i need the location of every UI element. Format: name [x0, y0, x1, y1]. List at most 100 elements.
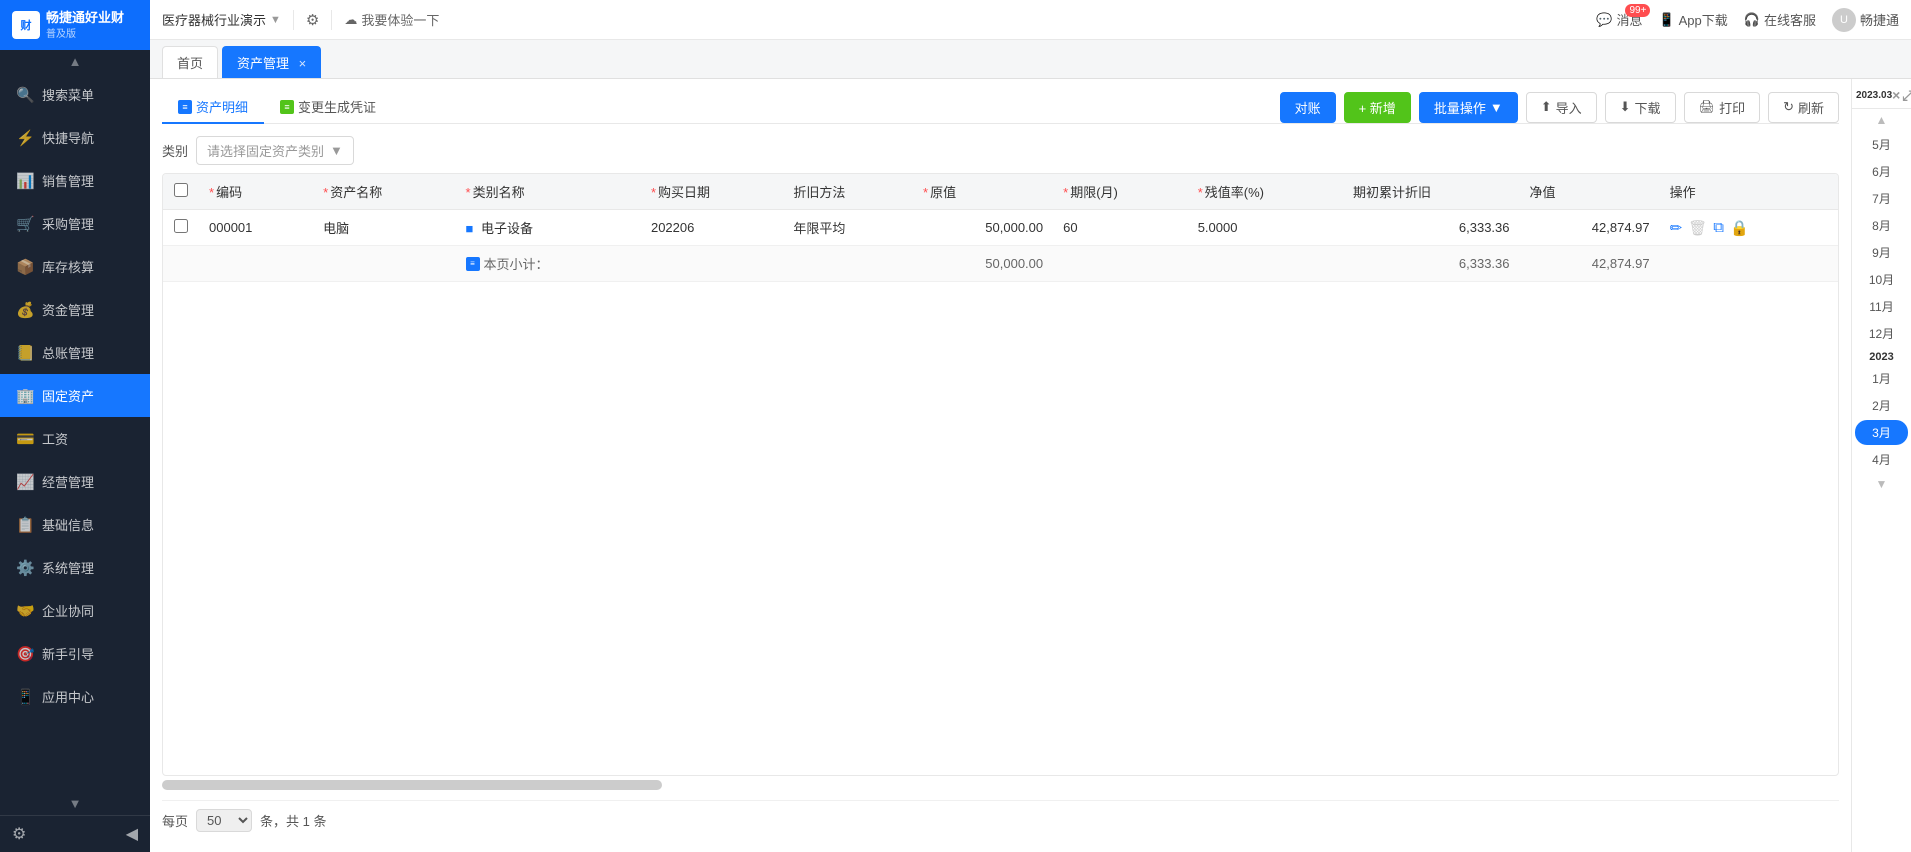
sidebar-item-purchase[interactable]: 🛒 采购管理 [0, 202, 150, 245]
select-all-header[interactable] [163, 174, 199, 210]
collapse-sidebar-btn[interactable]: ◀ [126, 824, 138, 844]
ledger-icon: 📒 [16, 344, 34, 362]
batch-dropdown-icon: ▼ [1490, 100, 1503, 115]
messages-btn[interactable]: 💬 消息 99+ [1596, 10, 1642, 29]
timeline-month-5[interactable]: 5月 [1855, 132, 1908, 157]
avatar: U [1832, 8, 1856, 32]
col-purchase-date: *购买日期 [641, 174, 783, 210]
copy-action-btn[interactable]: ⧉ [1713, 219, 1724, 237]
cell-original-value: 50,000.00 [913, 210, 1053, 246]
enterprise-icon: 🤝 [16, 602, 34, 620]
search-icon: 🔍 [16, 86, 34, 104]
sidebar-footer: ⚙ ◀ [0, 815, 150, 852]
sidebar-scroll-down[interactable]: ▼ [0, 792, 150, 815]
sidebar-item-ledger[interactable]: 📒 总账管理 [0, 331, 150, 374]
pagination: 每页 50 100 200 条，共 1 条 [162, 800, 1839, 840]
sidebar-item-sales[interactable]: 📊 销售管理 [0, 159, 150, 202]
tab-home[interactable]: 首页 [162, 46, 218, 78]
sub-tab-change-voucher[interactable]: ≡ 变更生成凭证 [264, 91, 392, 124]
lock-action-btn[interactable]: 🔒 [1730, 219, 1749, 237]
timeline-month-9[interactable]: 9月 [1855, 240, 1908, 265]
timeline-month-12[interactable]: 12月 [1855, 321, 1908, 346]
tab-asset-management[interactable]: 资产管理 × [222, 46, 321, 78]
reconcile-button[interactable]: 对账 [1280, 92, 1336, 123]
timeline-close-btn[interactable]: × [1892, 87, 1900, 104]
sidebar-item-app-center[interactable]: 📱 应用中心 [0, 675, 150, 718]
category-dropdown-icon: ▼ [330, 143, 343, 158]
app-download-btn[interactable]: 📱 App下载 [1658, 10, 1727, 29]
category-filter-select[interactable]: 请选择固定资产类别 ▼ [196, 136, 354, 165]
sales-icon: 📊 [16, 172, 34, 190]
sub-tab-asset-detail[interactable]: ≡ 资产明细 [162, 91, 264, 124]
user-btn[interactable]: U 畅捷通 [1832, 8, 1899, 32]
asset-detail-icon: ≡ [178, 100, 192, 114]
timeline-expand-btn[interactable]: ⤢ [1902, 87, 1911, 104]
page-total-info: 条，共 1 条 [260, 811, 326, 830]
sidebar-logo: 财 畅捷通好业财 普及版 [0, 0, 150, 50]
sidebar-item-base-info[interactable]: 📋 基础信息 [0, 503, 150, 546]
timeline-year-2023: 2023 [1869, 351, 1893, 363]
timeline-down-arrow[interactable]: ▼ [1872, 473, 1892, 495]
topbar: 医疗器械行业演示 ▼ ⚙ ☁ 我要体验一下 💬 消息 99+ 📱 App下载 🎧… [150, 0, 1911, 40]
col-category: *类别名称 [456, 174, 641, 210]
sidebar-item-operations[interactable]: 📈 经营管理 [0, 460, 150, 503]
company-selector[interactable]: 医疗器械行业演示 ▼ [162, 10, 281, 29]
timeline-month-1[interactable]: 1月 [1855, 366, 1908, 391]
message-badge: 99+ [1625, 4, 1650, 17]
logo-text: 畅捷通好业财 普及版 [46, 10, 124, 41]
online-service-btn[interactable]: 🎧 在线客服 [1744, 10, 1816, 29]
tab-close-icon[interactable]: × [299, 56, 307, 71]
import-icon: ⬆ [1541, 99, 1552, 115]
topbar-settings-icon[interactable]: ⚙ [306, 11, 319, 29]
col-term: *期限(月) [1053, 174, 1188, 210]
table-scrollbar[interactable] [162, 780, 1839, 792]
delete-action-btn[interactable]: 🗑 [1688, 219, 1707, 237]
timeline-month-2[interactable]: 2月 [1855, 393, 1908, 418]
col-residual-rate: *残值率(%) [1188, 174, 1343, 210]
settings-footer-icon[interactable]: ⚙ [12, 824, 26, 844]
import-button[interactable]: ⬆ 导入 [1526, 92, 1597, 123]
print-button[interactable]: 🖨 打印 [1684, 92, 1761, 123]
col-actions: 操作 [1660, 174, 1838, 210]
category-filter-label: 类别 [162, 141, 188, 160]
sidebar-item-payroll[interactable]: 💳 工资 [0, 417, 150, 460]
refresh-icon: ↻ [1783, 99, 1794, 115]
edit-action-btn[interactable]: ✏ [1670, 219, 1683, 237]
new-button[interactable]: + 新增 [1344, 92, 1411, 123]
col-depreciation-method: 折旧方法 [783, 174, 913, 210]
row-checkbox[interactable] [174, 219, 188, 233]
timeline-month-4[interactable]: 4月 [1855, 447, 1908, 472]
timeline-month-3-current[interactable]: 3月 [1855, 420, 1908, 445]
timeline-header: 2023.03 × ⤢ [1852, 83, 1911, 109]
per-page-select[interactable]: 50 100 200 [196, 809, 252, 832]
cell-purchase-date: 202206 [641, 210, 783, 246]
cell-net-value: 42,874.97 [1520, 210, 1660, 246]
timeline-month-8[interactable]: 8月 [1855, 213, 1908, 238]
timeline-month-6[interactable]: 6月 [1855, 159, 1908, 184]
payroll-icon: 💳 [16, 430, 34, 448]
timeline-month-10[interactable]: 10月 [1855, 267, 1908, 292]
sidebar-item-quick-nav[interactable]: ⚡ 快捷导航 [0, 116, 150, 159]
row-checkbox-cell[interactable] [163, 210, 199, 246]
refresh-button[interactable]: ↻ 刷新 [1768, 92, 1839, 123]
col-code: *编码 [199, 174, 313, 210]
subtotal-name-cell [313, 246, 455, 282]
purchase-icon: 🛒 [16, 215, 34, 233]
sidebar-item-guide[interactable]: 🎯 新手引导 [0, 632, 150, 675]
download-button[interactable]: ⬇ 下载 [1605, 92, 1676, 123]
sidebar-item-fixed-assets[interactable]: 🏢 固定资产 [0, 374, 150, 417]
sidebar-item-inventory[interactable]: 📦 库存核算 [0, 245, 150, 288]
asset-table: *编码 *资产名称 *类别名称 *购买日期 折旧方法 *原值 *期限(月) *残… [162, 173, 1839, 776]
select-all-checkbox[interactable] [174, 183, 188, 197]
sidebar-item-search[interactable]: 🔍 搜索菜单 [0, 73, 150, 116]
batch-ops-button[interactable]: 批量操作 ▼ [1419, 92, 1518, 123]
sidebar-item-system[interactable]: ⚙️ 系统管理 [0, 546, 150, 589]
sidebar-item-capital[interactable]: 💰 资金管理 [0, 288, 150, 331]
subtotal-term-cell [1053, 246, 1188, 282]
topbar-experience[interactable]: ☁ 我要体验一下 [344, 10, 439, 29]
sidebar-scroll-up[interactable]: ▲ [0, 50, 150, 73]
sidebar-item-enterprise[interactable]: 🤝 企业协同 [0, 589, 150, 632]
timeline-month-7[interactable]: 7月 [1855, 186, 1908, 211]
timeline-up-arrow[interactable]: ▲ [1872, 109, 1892, 131]
timeline-month-11[interactable]: 11月 [1855, 294, 1908, 319]
